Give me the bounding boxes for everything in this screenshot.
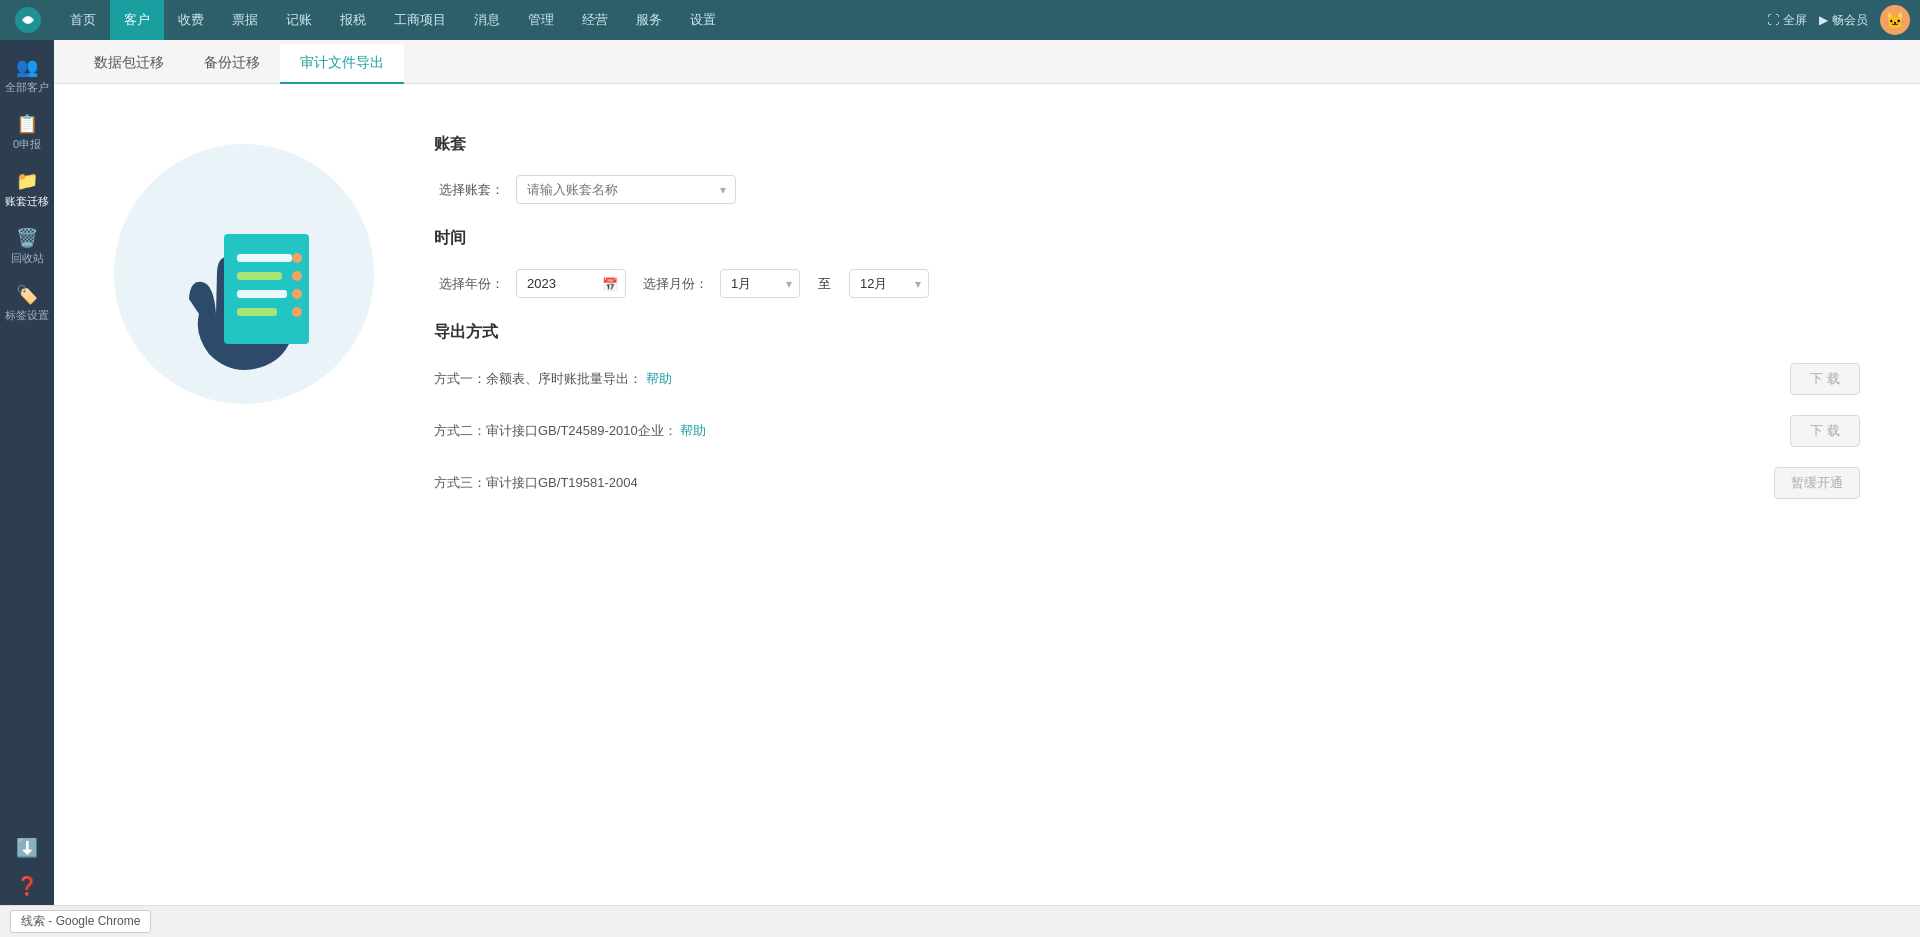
method-1-label: 方式一：余额表、序时账批量导出：: [434, 371, 642, 386]
to-label: 至: [812, 275, 837, 293]
account-set-title: 账套: [434, 134, 1860, 159]
tags-icon: 🏷️: [16, 286, 38, 304]
export-method-title: 导出方式: [434, 322, 1860, 347]
top-navigation: 首页 客户 收费 票据 记账 报税 工商项目 消息 管理 经营 服务 设置 ⛶ …: [0, 0, 1920, 40]
nav-tax[interactable]: 报税: [326, 0, 380, 40]
export-method-2: 方式二：审计接口GB/T24589-2010企业： 帮助 下 载: [434, 415, 1860, 447]
month-end-select[interactable]: 1月2月3月4月 5月6月7月8月 9月10月11月12月: [849, 269, 929, 298]
migrate-icon: 📁: [16, 172, 38, 190]
nav-invoice[interactable]: 票据: [218, 0, 272, 40]
year-input[interactable]: [516, 269, 626, 298]
year-label: 选择年份：: [434, 275, 504, 293]
svg-point-8: [292, 271, 302, 281]
help-icon: ❓: [16, 877, 38, 895]
export-method-1: 方式一：余额表、序时账批量导出： 帮助 下 载: [434, 363, 1860, 395]
main-layout: 👥 全部客户 📋 0申报 📁 账套迁移 🗑️ 回收站 🏷️ 标签设置 ⬇️ ❓: [0, 40, 1920, 905]
method-2-label: 方式二：审计接口GB/T24589-2010企业：: [434, 423, 677, 438]
method-1-download-button[interactable]: 下 载: [1790, 363, 1860, 395]
recycle-icon: 🗑️: [16, 229, 38, 247]
vip-button[interactable]: ▶ 畅会员: [1819, 12, 1868, 29]
year-input-wrap: 📅: [516, 269, 626, 298]
month-start-select[interactable]: 1月2月3月4月 5月6月7月8月 9月10月11月12月: [720, 269, 800, 298]
all-customers-icon: 👥: [16, 58, 38, 76]
fullscreen-label: 全屏: [1783, 12, 1807, 29]
nav-customer[interactable]: 客户: [110, 0, 164, 40]
form-area: 账套 选择账套： 时间 选择年份： 📅 选择月份：: [434, 124, 1860, 519]
nav-settings[interactable]: 设置: [676, 0, 730, 40]
sidebar-item-help[interactable]: ❓: [0, 867, 54, 905]
nav-service[interactable]: 服务: [622, 0, 676, 40]
left-sidebar: 👥 全部客户 📋 0申报 📁 账套迁移 🗑️ 回收站 🏷️ 标签设置 ⬇️ ❓: [0, 40, 54, 905]
select-account-label: 选择账套：: [434, 181, 504, 199]
nav-accounting[interactable]: 记账: [272, 0, 326, 40]
method-3-text: 方式三：审计接口GB/T19581-2004: [434, 474, 1758, 492]
app-logo: [10, 2, 46, 38]
sidebar-item-recycle[interactable]: 🗑️ 回收站: [0, 219, 54, 276]
vip-label: 畅会员: [1832, 12, 1868, 29]
svg-rect-5: [237, 290, 287, 298]
month-end-wrap: 1月2月3月4月 5月6月7月8月 9月10月11月12月: [849, 269, 929, 298]
sidebar-item-tags[interactable]: 🏷️ 标签设置: [0, 276, 54, 333]
svg-point-9: [292, 289, 302, 299]
nav-operation[interactable]: 经营: [568, 0, 622, 40]
svg-rect-2: [224, 234, 309, 344]
method-3-label: 方式三：审计接口GB/T19581-2004: [434, 475, 638, 490]
time-row: 选择年份： 📅 选择月份： 1月2月3月4月 5月6月7月8月 9月10月11月…: [434, 269, 1860, 298]
sidebar-item-all-customers[interactable]: 👥 全部客户: [0, 48, 54, 105]
svg-point-1: [25, 17, 31, 23]
nav-right-area: ⛶ 全屏 ▶ 畅会员 🐱: [1767, 5, 1910, 35]
download-icon: ⬇️: [16, 839, 38, 857]
method-3-coming-soon-button: 暂缓开通: [1774, 467, 1860, 499]
vip-icon: ▶: [1819, 13, 1828, 27]
sidebar-item-zero-declare[interactable]: 📋 0申报: [0, 105, 54, 162]
sidebar-item-label: 账套迁移: [5, 194, 49, 209]
time-title: 时间: [434, 228, 1860, 253]
avatar[interactable]: 🐱: [1880, 5, 1910, 35]
zero-declare-icon: 📋: [16, 115, 38, 133]
nav-business[interactable]: 工商项目: [380, 0, 460, 40]
sidebar-item-label: 全部客户: [5, 80, 49, 95]
fullscreen-icon: ⛶: [1767, 13, 1779, 27]
sidebar-item-download[interactable]: ⬇️: [0, 829, 54, 867]
content-area: 数据包迁移 备份迁移 审计文件导出: [54, 40, 1920, 905]
method-2-text: 方式二：审计接口GB/T24589-2010企业： 帮助: [434, 422, 1774, 440]
account-select-wrapper: [516, 175, 736, 204]
svg-rect-3: [237, 254, 292, 262]
illustration-svg: [159, 174, 329, 374]
method-1-help-link[interactable]: 帮助: [646, 371, 672, 386]
nav-items: 首页 客户 收费 票据 记账 报税 工商项目 消息 管理 经营 服务 设置: [56, 0, 1767, 40]
export-method-3: 方式三：审计接口GB/T19581-2004 暂缓开通: [434, 467, 1860, 499]
svg-point-10: [292, 307, 302, 317]
sidebar-item-migrate[interactable]: 📁 账套迁移: [0, 162, 54, 219]
account-set-input[interactable]: [516, 175, 736, 204]
sidebar-item-label: 回收站: [11, 251, 44, 266]
sidebar-item-label: 0申报: [13, 137, 41, 152]
illustration: [114, 144, 374, 404]
method-2-help-link[interactable]: 帮助: [680, 423, 706, 438]
tabs-bar: 数据包迁移 备份迁移 审计文件导出: [54, 40, 1920, 84]
svg-rect-4: [237, 272, 282, 280]
page-content: 账套 选择账套： 时间 选择年份： 📅 选择月份：: [54, 84, 1920, 905]
nav-message[interactable]: 消息: [460, 0, 514, 40]
sidebar-item-label: 标签设置: [5, 308, 49, 323]
tab-backup-migration[interactable]: 备份迁移: [184, 44, 280, 84]
nav-billing[interactable]: 收费: [164, 0, 218, 40]
fullscreen-button[interactable]: ⛶ 全屏: [1767, 12, 1807, 29]
month-start-wrap: 1月2月3月4月 5月6月7月8月 9月10月11月12月: [720, 269, 800, 298]
bottom-bar: 线索 - Google Chrome: [0, 905, 1920, 937]
nav-manage[interactable]: 管理: [514, 0, 568, 40]
svg-point-7: [292, 253, 302, 263]
bottom-chrome-button[interactable]: 线索 - Google Chrome: [10, 910, 151, 933]
account-set-row: 选择账套：: [434, 175, 1860, 204]
tab-data-migration[interactable]: 数据包迁移: [74, 44, 184, 84]
month-label: 选择月份：: [638, 275, 708, 293]
tab-audit-export[interactable]: 审计文件导出: [280, 44, 404, 84]
method-1-text: 方式一：余额表、序时账批量导出： 帮助: [434, 370, 1774, 388]
svg-rect-6: [237, 308, 277, 316]
nav-home[interactable]: 首页: [56, 0, 110, 40]
method-2-download-button[interactable]: 下 载: [1790, 415, 1860, 447]
